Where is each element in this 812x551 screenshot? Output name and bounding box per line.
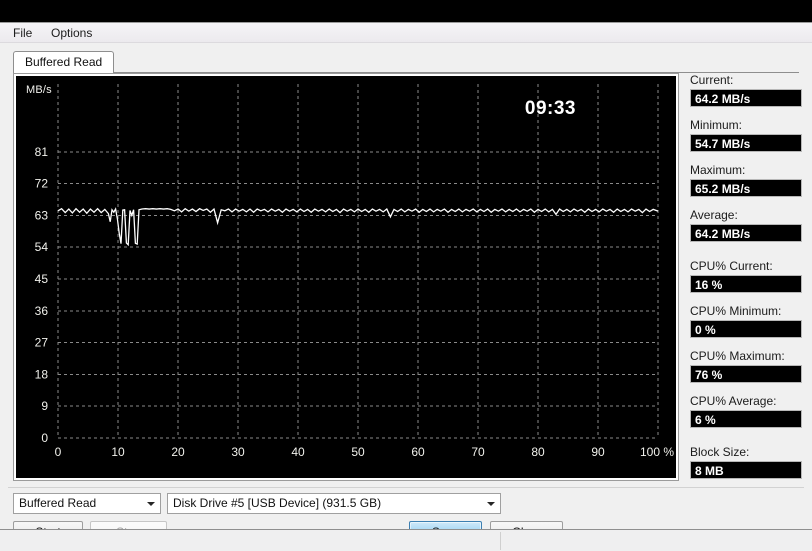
svg-text:90: 90 [591,445,605,459]
chevron-down-icon [147,502,155,506]
svg-text:40: 40 [291,445,305,459]
test-type-dropdown[interactable]: Buffered Read [13,493,161,514]
status-bar [0,529,812,551]
title-bar [0,0,812,22]
stat-value: 76 % [690,365,802,383]
chart-panel: 0 9 18 27 36 45 54 63 72 81 0 10 20 30 40 50 60 70 80 90 100… [13,73,679,481]
svg-text:20: 20 [171,445,185,459]
svg-text:72: 72 [35,177,49,191]
svg-text:54: 54 [35,240,49,254]
svg-text:45: 45 [35,272,49,286]
chart-svg: 0 9 18 27 36 45 54 63 72 81 0 10 20 30 40 50 60 70 80 90 100… [35,84,674,459]
stat-label: Current: [690,73,734,87]
application-window: File Options Buffered Read 0 9 18 27 36 45 54 6… [0,0,812,551]
svg-text:0: 0 [41,431,48,445]
drive-select-value: Disk Drive #5 [USB Device] (931.5 GB) [173,496,382,510]
stat-value: 64.2 MB/s [690,89,802,107]
svg-text:9: 9 [41,399,48,413]
svg-text:80: 80 [531,445,545,459]
svg-text:36: 36 [35,304,49,318]
svg-text:0: 0 [55,445,62,459]
stat-label: CPU% Average: [690,394,777,408]
stat-value: 54.7 MB/s [690,134,802,152]
drive-select-dropdown[interactable]: Disk Drive #5 [USB Device] (931.5 GB) [167,493,501,514]
svg-text:30: 30 [231,445,245,459]
svg-text:70: 70 [471,445,485,459]
stat-value: 6 % [690,410,802,428]
status-bar-divider [500,532,501,550]
test-type-value: Buffered Read [19,496,97,510]
controls-separator [8,487,804,488]
stat-label: Minimum: [690,118,743,132]
stat-label: Block Size: [690,445,750,459]
svg-text:27: 27 [35,336,49,350]
stat-value: 64.2 MB/s [690,224,802,242]
chart-plot-area: 0 9 18 27 36 45 54 63 72 81 0 10 20 30 40 50 60 70 80 90 100… [16,76,676,478]
stat-label: Average: [690,208,738,222]
stat-value: 8 MB [690,461,802,479]
stat-label: Maximum: [690,163,746,177]
svg-text:18: 18 [35,367,49,381]
svg-text:50: 50 [351,445,365,459]
window-client-area: File Options Buffered Read 0 9 18 27 36 45 54 6… [0,22,812,551]
svg-text:60: 60 [411,445,425,459]
stat-label: CPU% Maximum: [690,349,785,363]
svg-text:10: 10 [111,445,125,459]
stat-label: CPU% Current: [690,259,773,273]
elapsed-timer: 09:33 [524,98,576,119]
statistics-panel: Current: 64.2 MB/s Minimum: 54.7 MB/s Maximu… [690,73,802,490]
tab-buffered-read[interactable]: Buffered Read [13,51,115,73]
stat-value: 65.2 MB/s [690,179,802,197]
svg-text:63: 63 [35,208,49,222]
menu-item-options[interactable]: Options [44,25,99,41]
menu-item-file[interactable]: File [6,25,39,41]
svg-text:81: 81 [35,145,49,159]
tab-strip-line [13,72,799,73]
menu-bar: File Options [0,23,812,43]
svg-text:100 %: 100 % [640,445,674,459]
stat-value: 16 % [690,275,802,293]
chevron-down-icon [487,502,495,506]
stat-label: CPU% Minimum: [690,304,782,318]
stat-value: 0 % [690,320,802,338]
chart-unit-label: MB/s [26,84,52,96]
